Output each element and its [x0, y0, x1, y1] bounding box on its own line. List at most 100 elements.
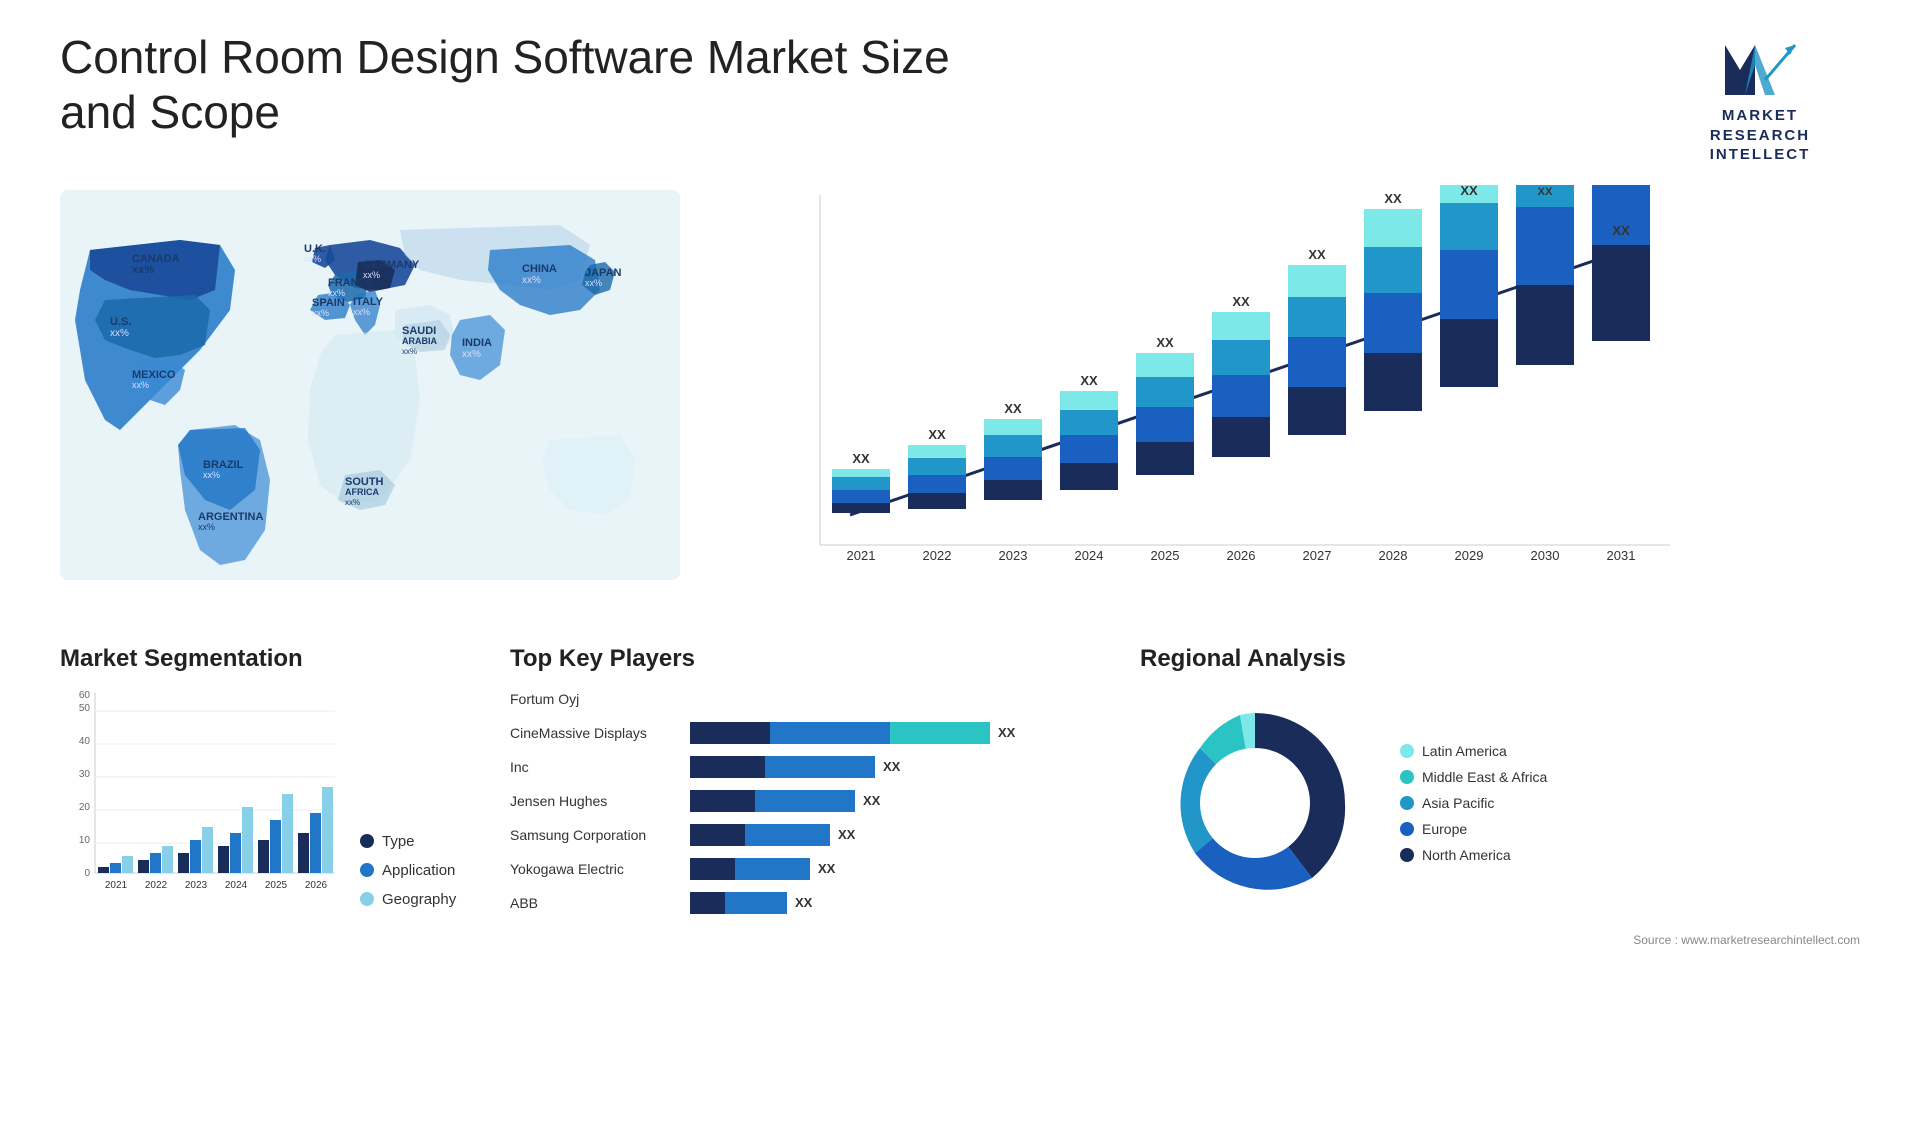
- donut-chart: [1140, 688, 1370, 918]
- player-row: ABB XX: [510, 892, 1110, 914]
- svg-text:20: 20: [79, 802, 91, 813]
- svg-text:xx%: xx%: [203, 470, 220, 480]
- player-bar-container: XX: [690, 790, 1110, 812]
- na-label: North America: [1422, 847, 1511, 863]
- players-section: Top Key Players Fortum Oyj CineMassive D…: [510, 645, 1110, 947]
- segmentation-section: Market Segmentation 0 10 20 30 40 50: [60, 645, 480, 947]
- svg-text:2024: 2024: [1075, 548, 1104, 563]
- header: Control Room Design Software Market Size…: [0, 0, 1920, 185]
- svg-text:2031: 2031: [1607, 548, 1636, 563]
- source-text: Source : www.marketresearchintellect.com: [1140, 933, 1860, 947]
- svg-text:XX: XX: [1460, 185, 1478, 198]
- segmentation-title: Market Segmentation: [60, 645, 480, 673]
- type-dot: [360, 834, 374, 848]
- svg-text:2027: 2027: [1303, 548, 1332, 563]
- player-val: XX: [838, 827, 863, 842]
- svg-text:2029: 2029: [1455, 548, 1484, 563]
- player-val: XX: [818, 861, 843, 876]
- svg-text:xx%: xx%: [462, 349, 481, 360]
- player-bar: [690, 858, 810, 880]
- svg-text:XX: XX: [928, 427, 946, 442]
- application-label: Application: [382, 862, 455, 879]
- svg-text:XX: XX: [1308, 247, 1326, 262]
- players-list: Fortum Oyj CineMassive Displays: [510, 688, 1110, 914]
- player-row: CineMassive Displays XX: [510, 722, 1110, 744]
- apac-label: Asia Pacific: [1422, 795, 1494, 811]
- regional-legend: Latin America Middle East & Africa Asia …: [1400, 743, 1547, 863]
- player-row: Fortum Oyj: [510, 688, 1110, 710]
- svg-text:xx%: xx%: [132, 380, 149, 390]
- svg-text:xx%: xx%: [132, 264, 154, 276]
- svg-text:XX: XX: [1080, 373, 1098, 388]
- player-bar-container: XX: [690, 858, 1110, 880]
- svg-text:CHINA: CHINA: [522, 263, 557, 275]
- svg-text:XX: XX: [1612, 223, 1630, 238]
- svg-text:AFRICA: AFRICA: [345, 487, 379, 497]
- svg-text:2023: 2023: [185, 880, 208, 891]
- seg-chart-container: 0 10 20 30 40 50: [60, 688, 480, 908]
- player-bar-container: XX: [690, 756, 1110, 778]
- svg-text:xx%: xx%: [312, 308, 329, 318]
- world-map: CANADA xx% U.S. xx% MEXICO xx% BRAZIL xx…: [60, 185, 680, 585]
- player-bar: [690, 790, 855, 812]
- svg-text:XX: XX: [1004, 401, 1022, 416]
- players-title: Top Key Players: [510, 645, 1110, 673]
- player-bar: [690, 892, 787, 914]
- geography-label: Geography: [382, 891, 456, 908]
- svg-text:2025: 2025: [1151, 548, 1180, 563]
- regional-legend-item-mea: Middle East & Africa: [1400, 769, 1547, 785]
- player-name: ABB: [510, 895, 680, 911]
- regional-legend-item-latin: Latin America: [1400, 743, 1547, 759]
- svg-text:xx%: xx%: [304, 254, 321, 264]
- svg-text:xx%: xx%: [363, 270, 380, 280]
- player-name: Inc: [510, 759, 680, 775]
- donut-legend-area: Latin America Middle East & Africa Asia …: [1140, 688, 1860, 918]
- player-bar: [690, 756, 875, 778]
- regional-legend-item-europe: Europe: [1400, 821, 1547, 837]
- svg-text:2023: 2023: [999, 548, 1028, 563]
- svg-text:50: 50: [79, 703, 91, 714]
- europe-dot: [1400, 822, 1414, 836]
- svg-text:xx%: xx%: [198, 522, 215, 532]
- europe-label: Europe: [1422, 821, 1467, 837]
- regional-legend-item-na: North America: [1400, 847, 1547, 863]
- seg-legend: Type Application Geography: [360, 833, 456, 908]
- player-name: Jensen Hughes: [510, 793, 680, 809]
- svg-text:XX: XX: [1538, 186, 1553, 198]
- player-bar-container: XX: [690, 892, 1110, 914]
- map-section: CANADA xx% U.S. xx% MEXICO xx% BRAZIL xx…: [60, 185, 700, 605]
- growth-chart: 2021 XX 2022 XX 2023 XX 2024 XX: [770, 185, 1730, 585]
- svg-text:2030: 2030: [1531, 548, 1560, 563]
- logo-text: MARKET RESEARCH INTELLECT: [1710, 106, 1811, 165]
- player-bar-container: [690, 688, 1110, 710]
- logo-area: MARKET RESEARCH INTELLECT: [1660, 30, 1860, 165]
- svg-text:2025: 2025: [265, 880, 288, 891]
- svg-text:xx%: xx%: [402, 347, 417, 356]
- segmentation-chart: 0 10 20 30 40 50: [60, 688, 340, 908]
- bar-chart-section: 2021 XX 2022 XX 2023 XX 2024 XX: [730, 185, 1860, 605]
- regional-section: Regional Analysis: [1140, 645, 1860, 947]
- player-name: CineMassive Displays: [510, 725, 680, 741]
- svg-text:XX: XX: [1232, 294, 1250, 309]
- player-val: XX: [998, 725, 1023, 740]
- svg-text:0: 0: [84, 868, 90, 879]
- type-label: Type: [382, 833, 415, 850]
- regional-legend-item-apac: Asia Pacific: [1400, 795, 1547, 811]
- player-bar-container: XX: [690, 824, 1110, 846]
- player-val: XX: [863, 793, 888, 808]
- player-bar: [690, 722, 990, 744]
- regional-title: Regional Analysis: [1140, 645, 1860, 673]
- na-dot: [1400, 848, 1414, 862]
- mea-label: Middle East & Africa: [1422, 769, 1547, 785]
- apac-dot: [1400, 796, 1414, 810]
- svg-text:xx%: xx%: [110, 328, 129, 339]
- svg-text:xx%: xx%: [345, 498, 360, 507]
- player-val: XX: [883, 759, 908, 774]
- content-area: CANADA xx% U.S. xx% MEXICO xx% BRAZIL xx…: [0, 185, 1920, 947]
- legend-application: Application: [360, 862, 456, 879]
- svg-text:xx%: xx%: [522, 275, 541, 286]
- player-val: XX: [795, 895, 820, 910]
- bottom-area: Market Segmentation 0 10 20 30 40 50: [60, 635, 1860, 947]
- svg-text:2026: 2026: [1227, 548, 1256, 563]
- svg-text:XX: XX: [852, 451, 870, 466]
